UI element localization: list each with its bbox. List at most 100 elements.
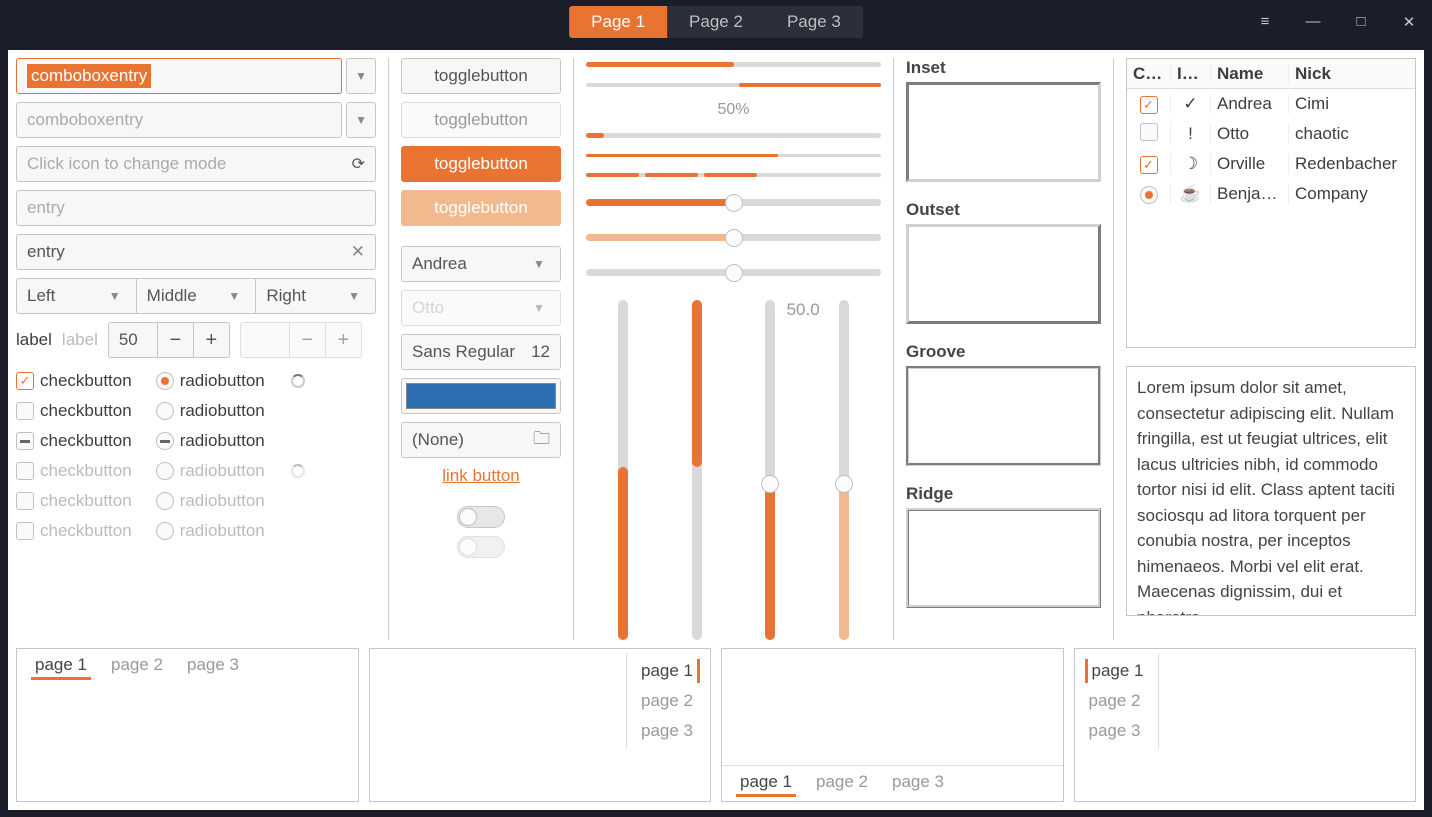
- nb4-tab-2[interactable]: page 2: [1085, 689, 1148, 713]
- combobox-andrea[interactable]: Andrea▼: [401, 246, 561, 282]
- combobox-dropdown-button-2[interactable]: ▼: [346, 102, 376, 138]
- dropdown-left[interactable]: Left▼: [16, 278, 137, 314]
- nb2-tab-1[interactable]: page 1: [637, 659, 700, 683]
- levelbar-1: [586, 133, 881, 138]
- radiobutton-unselected[interactable]: [156, 402, 174, 420]
- nb1-tab-2[interactable]: page 2: [107, 653, 167, 680]
- label-disabled: label: [62, 330, 98, 350]
- hamburger-menu-icon[interactable]: ≡: [1250, 13, 1280, 31]
- spinner-disabled-icon: [291, 464, 305, 478]
- radiobutton-mixed[interactable]: [156, 432, 174, 450]
- checkbutton-mixed[interactable]: [16, 432, 34, 450]
- frame-label-ridge: Ridge: [906, 484, 1101, 504]
- progressbar-1: [586, 62, 881, 67]
- progressbar-indeterminate: [586, 83, 881, 86]
- header-tab-page-2[interactable]: Page 2: [667, 6, 765, 38]
- row-name: Otto: [1211, 124, 1289, 144]
- notebook-left-tabs: page 1 page 2 page 3: [1074, 648, 1417, 802]
- notebook-right-tabs: page 1 page 2 page 3: [369, 648, 712, 802]
- color-button[interactable]: [401, 378, 561, 414]
- col-header-icon[interactable]: Icon: [1171, 64, 1211, 84]
- col-header-cool[interactable]: Cool: [1127, 64, 1171, 84]
- levelbar-2: [586, 154, 881, 157]
- entry-with-clear[interactable]: entry ✕: [16, 234, 376, 270]
- table-row[interactable]: ☕Benja…Company: [1127, 179, 1415, 209]
- row-nick: Company: [1289, 184, 1415, 204]
- switch-2-disabled: [457, 536, 505, 558]
- radiobutton-disabled-2: [156, 492, 174, 510]
- togglebutton-1[interactable]: togglebutton: [401, 58, 561, 94]
- radiobutton-selected[interactable]: [156, 372, 174, 390]
- header-tab-page-3[interactable]: Page 3: [765, 6, 863, 38]
- combobox-otto-disabled: Otto▼: [401, 290, 561, 326]
- spin-plus[interactable]: +: [194, 322, 230, 358]
- nb1-tab-1[interactable]: page 1: [31, 653, 91, 680]
- font-button[interactable]: Sans Regular12: [401, 334, 561, 370]
- notebook-bottom-tabs: page 1 page 2 page 3: [721, 648, 1064, 802]
- maximize-icon[interactable]: □: [1346, 13, 1376, 31]
- table-row[interactable]: !Ottochaotic: [1127, 119, 1415, 149]
- slider-horizontal-1[interactable]: [586, 199, 881, 206]
- row-cool-toggle[interactable]: [1140, 186, 1158, 204]
- slider-horizontal-2[interactable]: [586, 234, 881, 241]
- row-nick: Redenbacher: [1289, 154, 1415, 174]
- treeview[interactable]: Cool Icon Name Nick ✓✓AndreaCimi!Ottocha…: [1126, 58, 1416, 348]
- row-nick: chaotic: [1289, 124, 1415, 144]
- switch-1[interactable]: [457, 506, 505, 528]
- nb2-tab-2[interactable]: page 2: [637, 689, 700, 713]
- progress-text: 50%: [586, 101, 881, 119]
- row-cool-toggle[interactable]: [1140, 123, 1158, 141]
- slider-vertical-3[interactable]: [765, 300, 775, 640]
- combobox-entry-focused[interactable]: comboboxentry: [16, 58, 342, 94]
- slider-vertical-1[interactable]: [618, 300, 628, 640]
- scale-label: 50.0: [787, 300, 820, 320]
- row-cool-toggle[interactable]: ✓: [1140, 96, 1158, 114]
- link-button[interactable]: link button: [401, 466, 561, 486]
- nb1-tab-3[interactable]: page 3: [183, 653, 243, 680]
- checkbutton-checked[interactable]: ✓: [16, 372, 34, 390]
- row-status-icon: ☕: [1171, 184, 1211, 204]
- label-enabled: label: [16, 330, 52, 350]
- spin-minus[interactable]: −: [158, 322, 194, 358]
- nb3-tab-1[interactable]: page 1: [736, 770, 796, 797]
- nb4-tab-3[interactable]: page 3: [1085, 719, 1148, 743]
- minimize-icon[interactable]: —: [1298, 13, 1328, 31]
- nb3-tab-3[interactable]: page 3: [888, 770, 948, 797]
- col-header-name[interactable]: Name: [1211, 64, 1289, 84]
- togglebutton-disabled: togglebutton: [401, 102, 561, 138]
- slider-horizontal-3[interactable]: [586, 269, 881, 276]
- header-page-tabs: Page 1 Page 2 Page 3: [569, 6, 863, 38]
- row-nick: Cimi: [1289, 94, 1415, 114]
- row-cool-toggle[interactable]: ✓: [1140, 156, 1158, 174]
- nb3-tab-2[interactable]: page 2: [812, 770, 872, 797]
- frame-outset: [906, 224, 1101, 324]
- table-row[interactable]: ✓☽OrvilleRedenbacher: [1127, 149, 1415, 179]
- radiobutton-disabled-1: [156, 462, 174, 480]
- row-name: Orville: [1211, 154, 1289, 174]
- nb4-tab-1[interactable]: page 1: [1085, 659, 1148, 683]
- column-frames: Inset Outset Groove Ridge: [906, 58, 1101, 640]
- combobox-entry[interactable]: comboboxentry: [16, 102, 342, 138]
- entry-placeholder[interactable]: entry: [16, 190, 376, 226]
- togglebutton-active[interactable]: togglebutton: [401, 146, 561, 182]
- close-icon[interactable]: ✕: [1394, 13, 1424, 31]
- spinner-icon: [291, 374, 305, 388]
- dropdown-right[interactable]: Right▼: [256, 278, 376, 314]
- checkbutton-disabled-3: [16, 522, 34, 540]
- refresh-icon[interactable]: ⟳: [352, 154, 365, 174]
- table-row[interactable]: ✓✓AndreaCimi: [1127, 89, 1415, 119]
- clear-icon[interactable]: ✕: [351, 242, 365, 262]
- checkbutton-unchecked[interactable]: [16, 402, 34, 420]
- slider-vertical-2[interactable]: [692, 300, 702, 640]
- titlebar: Page 1 Page 2 Page 3 ≡ — □ ✕: [0, 0, 1432, 44]
- mode-entry[interactable]: Click icon to change mode ⟳: [16, 146, 376, 182]
- header-tab-page-1[interactable]: Page 1: [569, 6, 667, 38]
- combobox-dropdown-button[interactable]: ▼: [346, 58, 376, 94]
- nb2-tab-3[interactable]: page 3: [637, 719, 700, 743]
- col-header-nick[interactable]: Nick: [1289, 64, 1415, 84]
- slider-vertical-4[interactable]: [839, 300, 849, 640]
- dropdown-middle[interactable]: Middle▼: [137, 278, 257, 314]
- file-chooser[interactable]: (None)🗀: [401, 422, 561, 458]
- spin-button[interactable]: 50 − +: [108, 322, 230, 358]
- text-view[interactable]: Lorem ipsum dolor sit amet, consectetur …: [1126, 366, 1416, 616]
